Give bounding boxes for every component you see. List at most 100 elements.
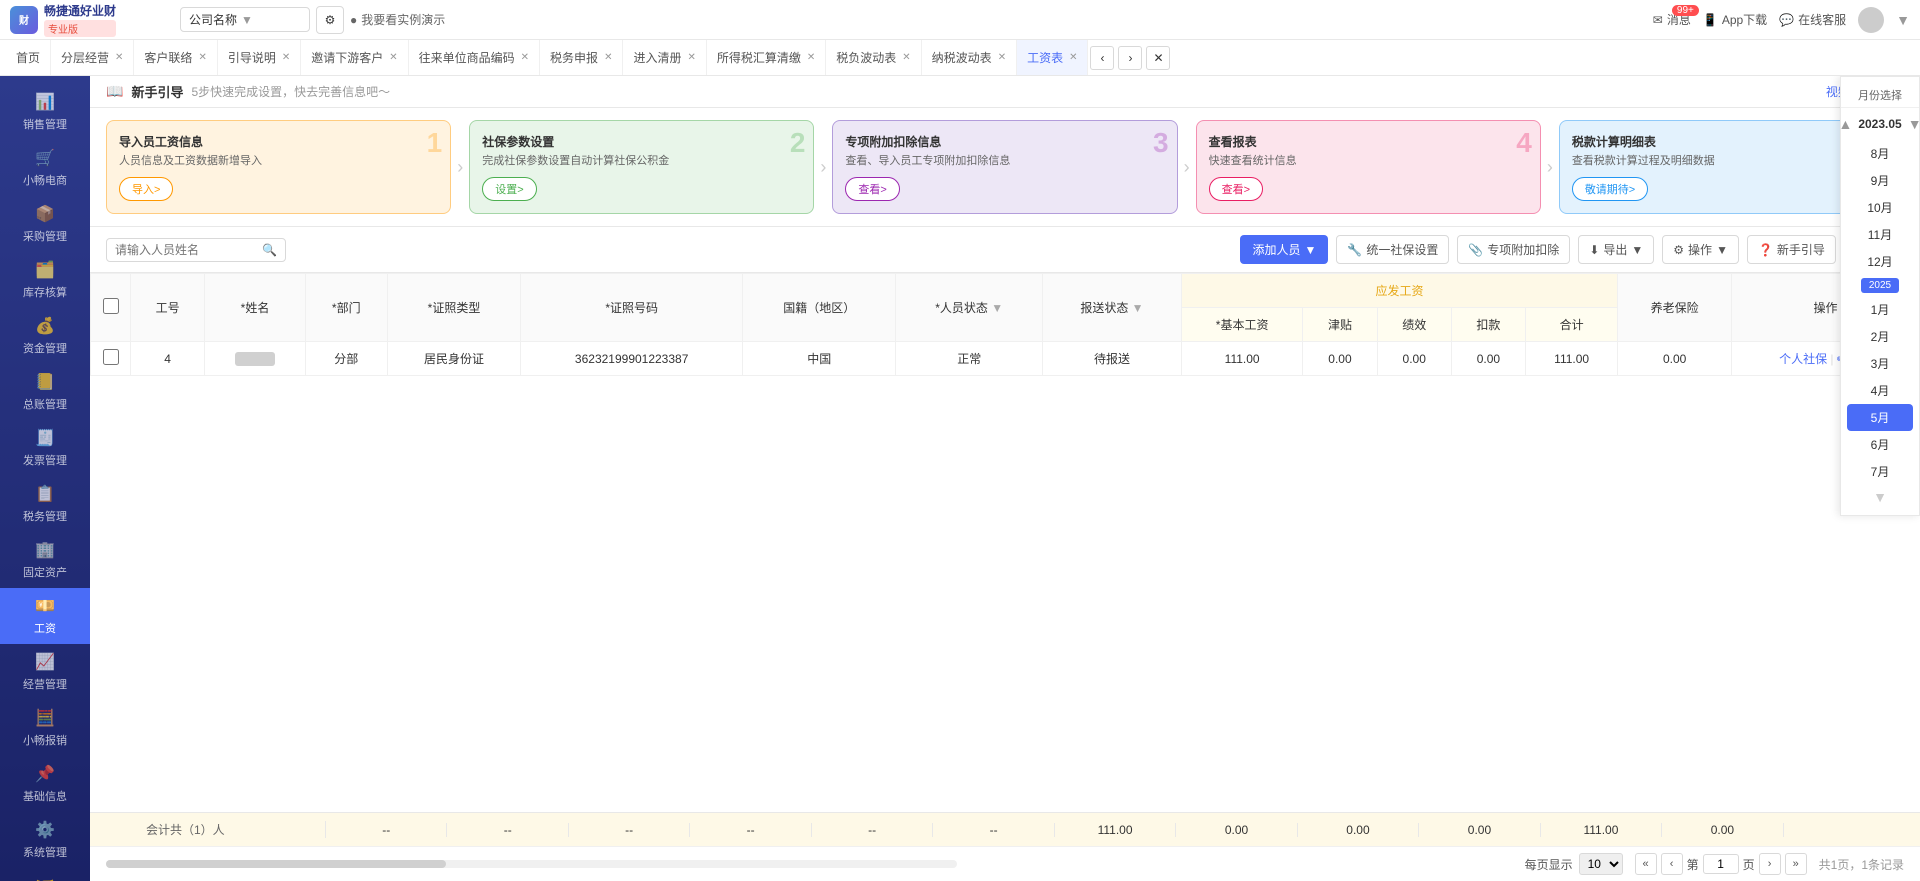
tab-prev-button[interactable]: ‹ (1090, 46, 1114, 70)
tab-close-icon[interactable]: ✕ (115, 52, 123, 63)
tab-close-icon[interactable]: ✕ (902, 52, 910, 63)
name-blur (235, 352, 275, 366)
tab-tax-report[interactable]: 税务申报 ✕ (540, 40, 623, 76)
filter-icon[interactable]: ▼ (991, 301, 1003, 315)
tab-close-icon[interactable]: ✕ (604, 52, 612, 63)
sidebar-item-finance[interactable]: 💰 资金管理 (0, 308, 90, 364)
month-2[interactable]: 2月 (1841, 323, 1919, 350)
row-checkbox[interactable] (103, 349, 119, 365)
guide-book-icon: 📖 (106, 83, 123, 100)
step-5-button[interactable]: 敬请期待> (1572, 177, 1648, 201)
tab-close-icon[interactable]: ✕ (521, 52, 529, 63)
sidebar-label-invoice: 发票管理 (23, 452, 67, 468)
month-5[interactable]: 5月 (1847, 404, 1913, 431)
user-avatar[interactable] (1858, 7, 1884, 33)
tab-home[interactable]: 首页 (6, 40, 51, 76)
tab-close-icon[interactable]: ✕ (807, 52, 815, 63)
select-all-checkbox[interactable] (103, 298, 119, 314)
tab-salary-close-icon[interactable]: ✕ (1069, 52, 1077, 63)
service-icon: 💬 (1779, 13, 1794, 27)
tab-income-tax[interactable]: 所得税汇算清缴 ✕ (707, 40, 826, 76)
sidebar-item-basic-info[interactable]: 📌 基础信息 (0, 756, 90, 812)
user-menu-button[interactable]: ▼ (1896, 12, 1910, 28)
month-7[interactable]: 7月 (1841, 458, 1919, 485)
op-social-insurance[interactable]: 个人社保 (1779, 352, 1827, 366)
step-3-button[interactable]: 查看> (845, 177, 899, 201)
col-allowance: 津贴 (1303, 308, 1377, 342)
sidebar-item-sales[interactable]: 📊 销售管理 (0, 84, 90, 140)
page-number-input[interactable] (1703, 854, 1739, 874)
next-page-button[interactable]: › (1759, 853, 1781, 875)
month-8[interactable]: 8月 (1841, 140, 1919, 167)
salary-table-wrap[interactable]: 工号 *姓名 *部门 *证照类型 *证照号码 国籍（地区） *人员状态 ▼ 报送… (90, 273, 1920, 812)
month-4[interactable]: 4月 (1841, 377, 1919, 404)
month-9[interactable]: 9月 (1841, 167, 1919, 194)
export-button[interactable]: ⬇ 导出 ▼ (1578, 235, 1654, 264)
tab-close-all-button[interactable]: ✕ (1146, 46, 1170, 70)
month-11[interactable]: 11月 (1841, 221, 1919, 248)
new-guide-toolbar-button[interactable]: ❓ 新手引导 (1747, 235, 1836, 264)
tab-close-icon[interactable]: ✕ (389, 52, 397, 63)
step-1-button[interactable]: 导入> (119, 177, 173, 201)
sidebar-item-purchase[interactable]: 📦 采购管理 (0, 196, 90, 252)
tab-next-button[interactable]: › (1118, 46, 1142, 70)
sidebar-item-expense[interactable]: 🧮 小畅报销 (0, 700, 90, 756)
app-download-button[interactable]: 📱 App下载 (1703, 11, 1767, 28)
tab-tax-burden[interactable]: 税负波动表 ✕ (826, 40, 921, 76)
last-page-button[interactable]: » (1785, 853, 1807, 875)
special-deduction-button[interactable]: 📎 专项附加扣除 (1457, 235, 1570, 264)
month-1[interactable]: 1月 (1841, 296, 1919, 323)
settings-button[interactable]: ⚙ (316, 6, 344, 34)
sidebar-item-collab[interactable]: 🤝 企业协同 (0, 868, 90, 881)
tab-close-icon[interactable]: ✕ (198, 52, 206, 63)
prev-page-button[interactable]: ‹ (1661, 853, 1683, 875)
submit-filter-icon[interactable]: ▼ (1132, 301, 1144, 315)
tab-layered[interactable]: 分层经营 ✕ (51, 40, 134, 76)
sidebar-label-ledger: 总账管理 (23, 396, 67, 412)
step-2-button[interactable]: 设置> (482, 177, 536, 201)
month-3[interactable]: 3月 (1841, 350, 1919, 377)
tab-close-icon[interactable]: ✕ (687, 52, 695, 63)
tab-tax-fluctuation[interactable]: 纳税波动表 ✕ (922, 40, 1017, 76)
add-employee-button[interactable]: 添加人员 ▼ (1240, 235, 1328, 264)
message-button[interactable]: ✉ 消息 99+ (1653, 11, 1691, 28)
tab-guide[interactable]: 引导说明 ✕ (218, 40, 301, 76)
ecommerce-icon: 🛒 (35, 148, 55, 168)
month-10[interactable]: 10月 (1841, 194, 1919, 221)
company-selector[interactable]: 公司名称 ▼ (180, 7, 310, 32)
search-box[interactable]: 🔍 (106, 238, 286, 262)
month-6[interactable]: 6月 (1841, 431, 1919, 458)
page-size-select[interactable]: 10 20 50 (1579, 853, 1623, 875)
operations-button[interactable]: ⚙ 操作 ▼ (1662, 235, 1739, 264)
tab-product-code[interactable]: 往来单位商品编码 ✕ (409, 40, 540, 76)
online-service-button[interactable]: 💬 在线客服 (1779, 11, 1846, 28)
sidebar-item-tax[interactable]: 📋 税务管理 (0, 476, 90, 532)
sidebar-item-salary[interactable]: 💴 工资 (0, 588, 90, 644)
sales-icon: 📊 (35, 92, 55, 112)
sidebar-item-ecommerce[interactable]: 🛒 小畅电商 (0, 140, 90, 196)
month-12[interactable]: 12月 (1841, 248, 1919, 275)
tab-close-icon[interactable]: ✕ (998, 52, 1006, 63)
row-checkbox-cell[interactable] (91, 342, 131, 376)
unified-settings-button[interactable]: 🔧 统一社保设置 (1336, 235, 1449, 264)
sidebar-item-system[interactable]: ⚙️ 系统管理 (0, 812, 90, 868)
tab-close-icon[interactable]: ✕ (282, 52, 290, 63)
sidebar-item-ledger[interactable]: 📒 总账管理 (0, 364, 90, 420)
first-page-button[interactable]: « (1635, 853, 1657, 875)
tab-clearance[interactable]: 进入清册 ✕ (623, 40, 706, 76)
month-panel-scroll-down[interactable]: ▼ (1869, 485, 1891, 509)
sidebar-item-assets[interactable]: 🏢 固定资产 (0, 532, 90, 588)
demo-button[interactable]: ● 我要看实例演示 (350, 11, 445, 28)
tab-invite[interactable]: 邀请下游客户 ✕ (301, 40, 408, 76)
search-input[interactable] (115, 243, 258, 257)
month-up-button[interactable]: ▲ (1836, 114, 1854, 134)
sidebar-item-inventory[interactable]: 🗂️ 库存核算 (0, 252, 90, 308)
sidebar-item-management[interactable]: 📈 经营管理 (0, 644, 90, 700)
sidebar-item-invoice[interactable]: 🧾 发票管理 (0, 420, 90, 476)
search-icon[interactable]: 🔍 (262, 243, 277, 257)
step-4-button[interactable]: 查看> (1209, 177, 1263, 201)
tab-salary[interactable]: 工资表 ✕ (1017, 40, 1088, 76)
tab-customer[interactable]: 客户联络 ✕ (134, 40, 217, 76)
scroll-bar-area[interactable] (106, 858, 1525, 870)
month-down-button[interactable]: ▼ (1906, 114, 1920, 134)
